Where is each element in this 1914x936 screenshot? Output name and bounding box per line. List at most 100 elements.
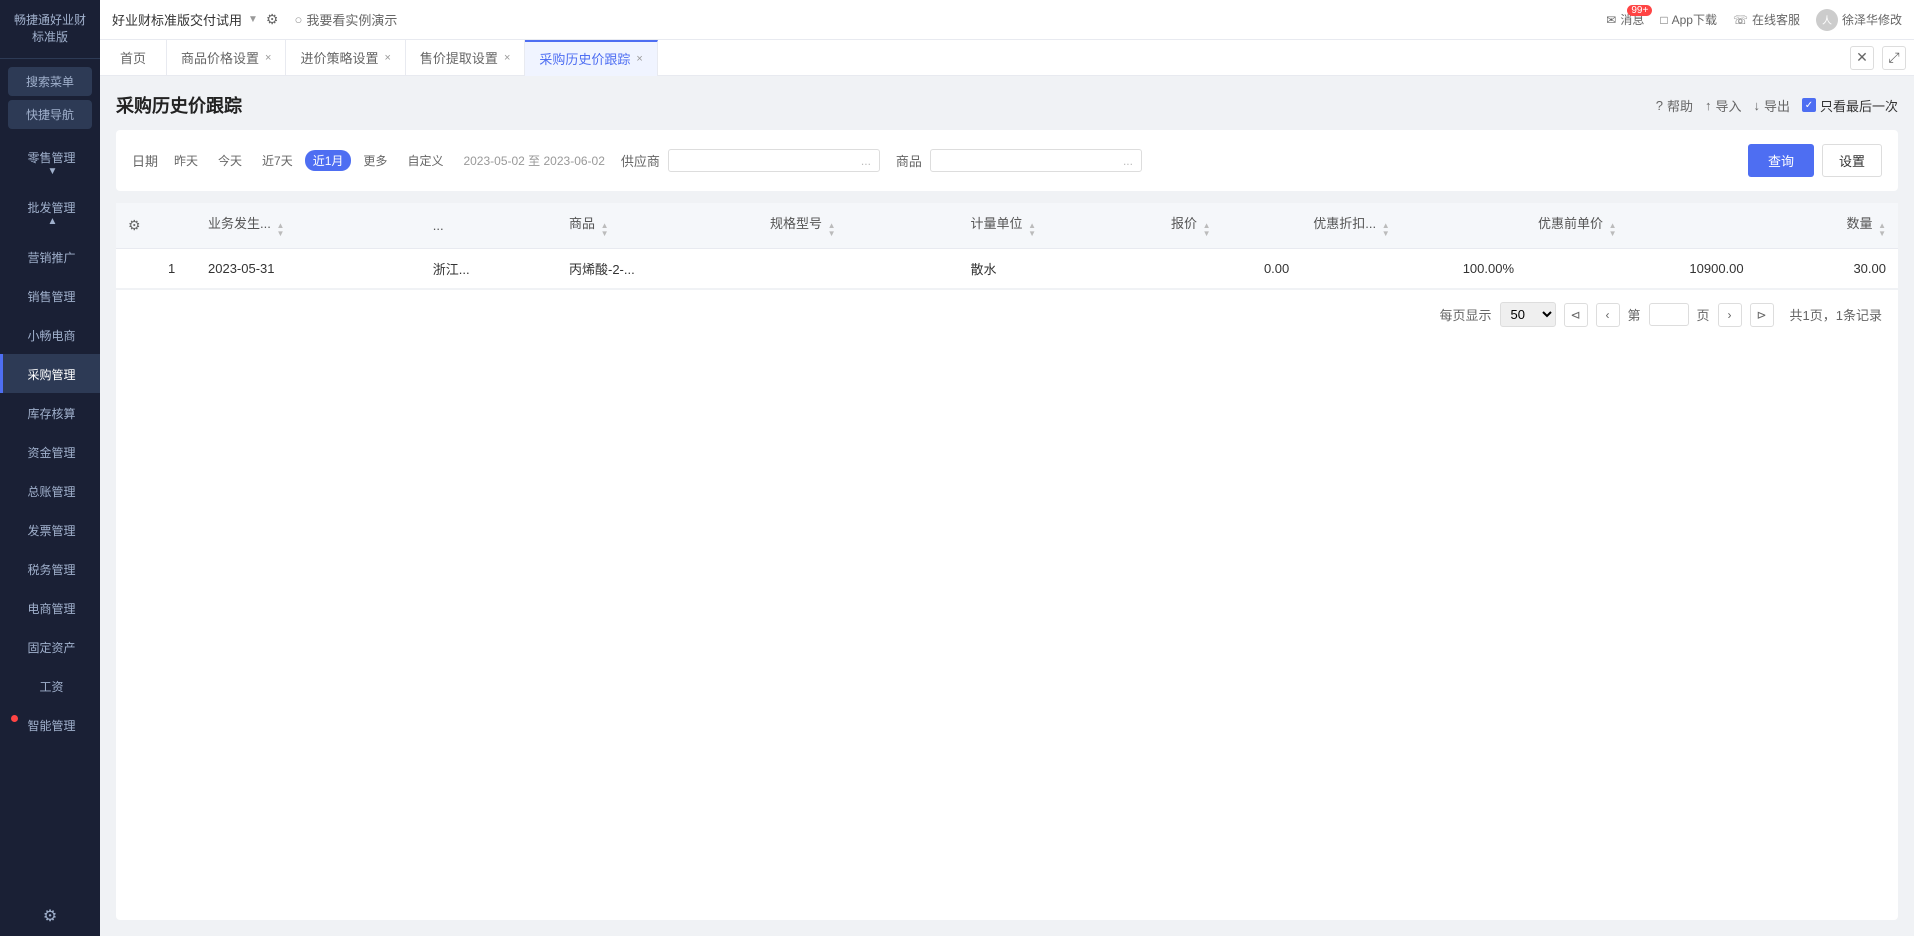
filter-date-btn-更多[interactable]: 更多 <box>355 150 395 171</box>
col-goods[interactable]: 商品 ▲▼ <box>557 203 758 249</box>
col-discount-sort: ▲▼ <box>1382 222 1390 238</box>
sidebar-item-14[interactable]: 智能管理 <box>0 705 100 744</box>
settings-button[interactable]: 设置 <box>1822 144 1882 177</box>
topbar-app-download-button[interactable]: □ App下载 <box>1660 11 1717 28</box>
col-price[interactable]: 报价 ▲▼ <box>1159 203 1301 249</box>
page-actions: ? 帮助 ↑ 导入 ↓ 导出 ✓ 只看最后一次 <box>1656 96 1898 115</box>
main-area: 好业财标准版交付试用 ▼ ⚙ ○ 我要看实例演示 ✉ 消息 99+ □ App下… <box>100 0 1914 936</box>
filter-goods-group: 商品 ... <box>896 149 1142 172</box>
page-title: 采购历史价跟踪 <box>116 92 242 118</box>
filter-goods-input-wrapper: ... <box>930 149 1142 172</box>
tab-2[interactable]: 进价策略设置× <box>286 40 405 76</box>
sidebar-item-8[interactable]: 总账管理 <box>0 471 100 510</box>
tab-close-icon[interactable]: × <box>265 52 271 64</box>
tab-close-icon[interactable]: × <box>384 52 390 64</box>
col-discount[interactable]: 优惠折扣... ▲▼ <box>1301 203 1526 249</box>
col-spec[interactable]: 规格型号 ▲▼ <box>758 203 959 249</box>
topbar-user-menu[interactable]: 人 徐泽华修改 <box>1816 9 1902 31</box>
pagination-prev-button[interactable]: ‹ <box>1596 303 1620 327</box>
tab-close-current-button[interactable]: ✕ <box>1850 46 1874 70</box>
col-quantity[interactable]: 数量 ▲▼ <box>1756 203 1898 249</box>
pagination-next-button[interactable]: › <box>1718 303 1742 327</box>
only-last-checkbox[interactable]: ✓ 只看最后一次 <box>1802 96 1898 115</box>
tab-label: 售价提取设置 <box>420 48 498 67</box>
sidebar-item-11[interactable]: 电商管理 <box>0 588 100 627</box>
sidebar-item-label: 固定资产 <box>27 639 75 656</box>
cell-checkbox <box>116 249 156 289</box>
per-page-select[interactable]: 50 100 200 <box>1500 302 1556 327</box>
filter-goods-input[interactable] <box>939 153 1119 168</box>
filter-goods-dots[interactable]: ... <box>1123 154 1133 168</box>
col-date[interactable]: 业务发生... ▲▼ <box>196 203 421 249</box>
filter-date-btn-今天[interactable]: 今天 <box>210 150 250 171</box>
sidebar-gear-icon[interactable]: ⚙ <box>43 906 57 926</box>
import-label: 导入 <box>1715 96 1741 115</box>
sidebar-item-1[interactable]: 批发管理▲ <box>0 187 100 237</box>
sidebar-item-3[interactable]: 销售管理 <box>0 276 100 315</box>
tab-close-icon[interactable]: × <box>504 52 510 64</box>
sidebar-item-7[interactable]: 资金管理 <box>0 432 100 471</box>
app-icon: □ <box>1660 13 1667 27</box>
sidebar-item-10[interactable]: 税务管理 <box>0 549 100 588</box>
help-link[interactable]: ? 帮助 <box>1656 96 1693 115</box>
cell-spec <box>758 249 959 289</box>
col-gear[interactable]: ⚙ <box>116 203 156 249</box>
topbar-demo[interactable]: ○ 我要看实例演示 <box>294 10 397 29</box>
sidebar-item-4[interactable]: 小畅电商 <box>0 315 100 354</box>
topbar-service-label: 在线客服 <box>1752 11 1800 28</box>
cell-goods: 丙烯酸-2-... <box>557 249 758 289</box>
topbar-version-arrow-icon: ▼ <box>248 14 258 25</box>
filter-date-btn-近1月[interactable]: 近1月 <box>305 150 352 171</box>
tab-1[interactable]: 商品价格设置 × <box>167 40 286 76</box>
sidebar-item-label: 销售管理 <box>27 288 75 305</box>
sidebar-items: 零售管理▼批发管理▲营销推广销售管理小畅电商采购管理库存核算资金管理总账管理发票… <box>0 137 100 896</box>
only-last-label: 只看最后一次 <box>1820 96 1898 115</box>
message-icon: ✉ <box>1606 13 1616 27</box>
help-label: 帮助 <box>1667 96 1693 115</box>
sidebar-item-6[interactable]: 库存核算 <box>0 393 100 432</box>
tab-3[interactable]: 售价提取设置 × <box>406 40 525 76</box>
cell-price: 0.00 <box>1159 249 1301 289</box>
query-button[interactable]: 查询 <box>1748 144 1814 177</box>
pagination-first-button[interactable]: ⊲ <box>1564 303 1588 327</box>
pagination-page-suffix: 页 <box>1697 305 1710 324</box>
col-pre-discount-price[interactable]: 优惠前单价 ▲▼ <box>1526 203 1756 249</box>
topbar-settings-icon[interactable]: ⚙ <box>266 11 279 28</box>
col-price-sort: ▲▼ <box>1203 222 1211 238</box>
sidebar-item-12[interactable]: 固定资产 <box>0 627 100 666</box>
col-unit[interactable]: 计量单位 ▲▼ <box>958 203 1159 249</box>
pagination-last-button[interactable]: ⊳ <box>1750 303 1774 327</box>
sidebar-item-label: 批发管理 <box>27 199 75 216</box>
filter-supplier-dots[interactable]: ... <box>861 154 871 168</box>
topbar-message-button[interactable]: ✉ 消息 99+ <box>1606 11 1644 28</box>
tab-4[interactable]: 采购历史价跟踪× <box>525 40 657 76</box>
export-link[interactable]: ↓ 导出 <box>1753 96 1790 115</box>
sidebar-search-button[interactable]: 搜索菜单 <box>8 67 92 96</box>
sidebar-item-2[interactable]: 营销推广 <box>0 237 100 276</box>
filter-row: 日期 昨天今天近7天近1月更多自定义 2023-05-02 至 2023-06-… <box>132 144 1882 177</box>
sidebar-item-label: 发票管理 <box>27 522 75 539</box>
sidebar-item-arrow-icon: ▲ <box>48 216 58 227</box>
filter-date-btn-近7天[interactable]: 近7天 <box>254 150 301 171</box>
tab-0[interactable]: 首页 <box>100 40 167 76</box>
tab-label: 商品价格设置 <box>181 48 259 67</box>
topbar-service-button[interactable]: ☏ 在线客服 <box>1733 11 1800 28</box>
sidebar-item-13[interactable]: 工资 <box>0 666 100 705</box>
tab-close-icon[interactable]: × <box>636 53 642 65</box>
sidebar-item-label: 资金管理 <box>27 444 75 461</box>
pagination-page-input[interactable]: 1 <box>1649 303 1689 326</box>
per-page-label: 每页显示 <box>1439 305 1491 324</box>
table-gear-icon[interactable]: ⚙ <box>128 217 141 233</box>
filter-date-btn-昨天[interactable]: 昨天 <box>166 150 206 171</box>
sidebar-item-0[interactable]: 零售管理▼ <box>0 137 100 187</box>
col-more[interactable]: ... <box>421 203 557 249</box>
import-link[interactable]: ↑ 导入 <box>1705 96 1742 115</box>
filter-date-btn-自定义[interactable]: 自定义 <box>399 150 451 171</box>
filter-supplier-input[interactable] <box>677 153 857 168</box>
sidebar-quicknav-button[interactable]: 快捷导航 <box>8 100 92 129</box>
tab-maximize-button[interactable]: ⤢ <box>1882 46 1906 70</box>
topbar-version[interactable]: 好业财标准版交付试用 ▼ <box>112 10 258 29</box>
sidebar-item-5[interactable]: 采购管理 <box>0 354 100 393</box>
export-label: 导出 <box>1764 96 1790 115</box>
sidebar-item-9[interactable]: 发票管理 <box>0 510 100 549</box>
